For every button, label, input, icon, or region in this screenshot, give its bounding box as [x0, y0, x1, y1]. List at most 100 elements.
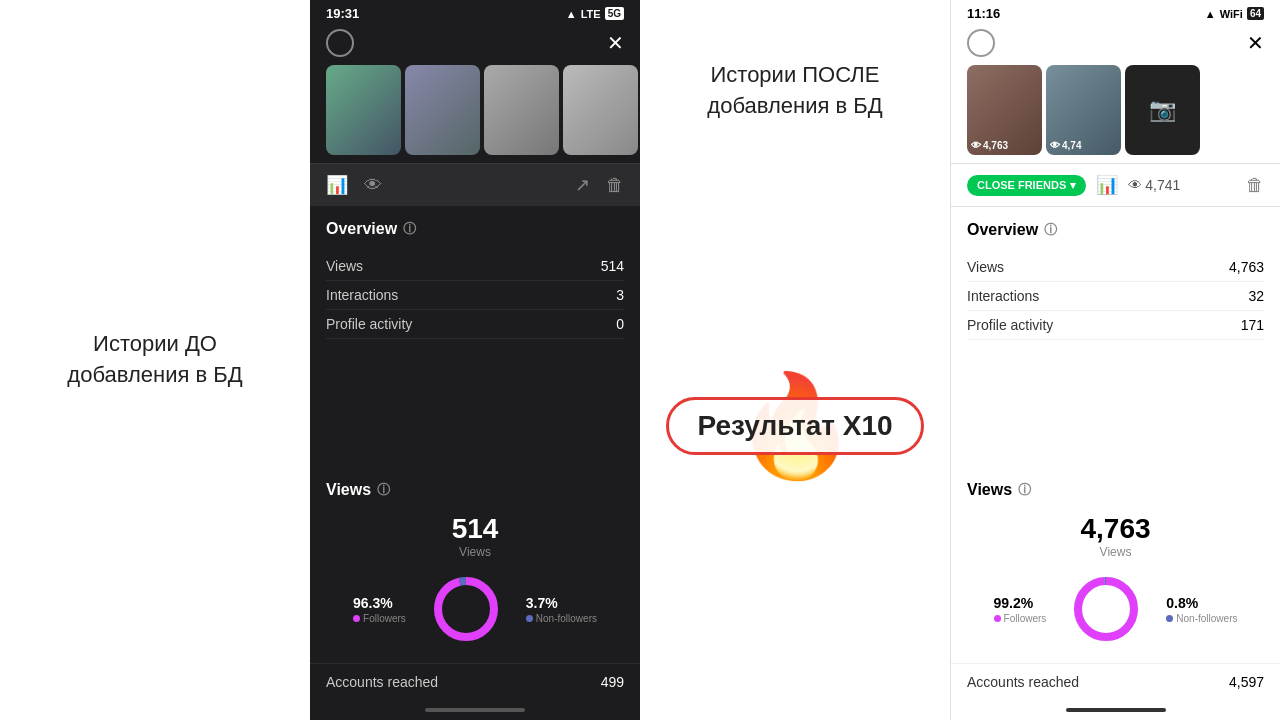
followers-label-after: Followers: [994, 613, 1047, 624]
info-icon-views-after[interactable]: ⓘ: [1018, 481, 1031, 499]
eye-icon-after: 👁: [1128, 177, 1142, 193]
circle-icon-before[interactable]: [326, 29, 354, 57]
legend-followers-after: 99.2% Followers: [994, 595, 1047, 624]
eye-icon-before[interactable]: 👁: [364, 175, 382, 196]
status-bar-after: 11:16 ▲ WiFi 64: [951, 0, 1280, 25]
thumb-after-2[interactable]: 👁 4,74: [1046, 65, 1121, 155]
views-count-before: 514: [326, 513, 624, 545]
dot-blue-before: [526, 615, 533, 622]
accounts-reached-before: Accounts reached 499: [310, 663, 640, 700]
followers-pct-after: 99.2%: [994, 595, 1034, 611]
action-bar-before: 📊 👁 ↗ 🗑: [310, 163, 640, 206]
bottom-bar-before: [310, 700, 640, 720]
thumb-counter-2: 👁 4,74: [1050, 140, 1081, 151]
stat-row-profile-activity-after: Profile activity 171: [967, 311, 1264, 340]
thumbnails-after: 👁 4,763 👁 4,74 📷: [951, 65, 1280, 163]
donut-svg-before: [426, 569, 506, 649]
close-button-after[interactable]: ✕: [1247, 31, 1264, 55]
stats-section-before: Overview ⓘ Views 514 Interactions 3 Prof…: [310, 206, 640, 467]
result-badge: Результат Х10: [666, 397, 923, 455]
thumbnails-before: [310, 65, 640, 163]
followers-label-before: Followers: [353, 613, 406, 624]
chart-icon-before[interactable]: 📊: [326, 174, 348, 196]
stat-value-views-after: 4,763: [1229, 259, 1264, 275]
after-phone: 11:16 ▲ WiFi 64 ✕ 👁 4,763 👁 4,74 📷: [950, 0, 1280, 720]
top-bar-before: ✕: [310, 25, 640, 65]
thumb-1[interactable]: [326, 65, 401, 155]
views-section-before: Views ⓘ 514 Views 96.3% Followers 3.7%: [310, 467, 640, 663]
left-label-line2: добавления в БД: [67, 362, 242, 387]
nonfollowers-pct-before: 3.7%: [526, 595, 558, 611]
nonfollowers-label-before: Non-followers: [526, 613, 597, 624]
views-section-after: Views ⓘ 4,763 Views 99.2% Followers 0.8%: [951, 467, 1280, 663]
dot-blue-after: [1166, 615, 1173, 622]
stat-value-interactions-after: 32: [1248, 288, 1264, 304]
circle-icon-after[interactable]: [967, 29, 995, 57]
stat-row-views-after: Views 4,763: [967, 253, 1264, 282]
trash-icon-before[interactable]: 🗑: [606, 175, 624, 196]
chevron-down-icon: ▾: [1070, 179, 1076, 192]
trending-icon-before[interactable]: ↗: [575, 174, 590, 196]
stat-row-profile-activity: Profile activity 0: [326, 310, 624, 339]
donut-svg-after: [1066, 569, 1146, 649]
chart-icon-after[interactable]: 📊: [1096, 174, 1118, 196]
camera-icon: 📷: [1149, 97, 1176, 123]
dot-pink-before: [353, 615, 360, 622]
home-indicator-after: [1066, 708, 1166, 712]
views-count-label-after: Views: [967, 545, 1264, 559]
thumb-2[interactable]: [405, 65, 480, 155]
thumb-3[interactable]: [484, 65, 559, 155]
middle-area: Истории ПОСЛЕ добавления в БД 🔥 Результа…: [640, 0, 950, 720]
overview-title-after: Overview ⓘ: [967, 221, 1264, 239]
close-button-before[interactable]: ✕: [607, 31, 624, 55]
info-icon-views-before[interactable]: ⓘ: [377, 481, 390, 499]
thumb-after-1[interactable]: 👁 4,763: [967, 65, 1042, 155]
middle-label-line2: добавления в БД: [707, 93, 882, 118]
donut-chart-after: 99.2% Followers 0.8% Non-followers: [967, 569, 1264, 649]
stat-row-views: Views 514: [326, 252, 624, 281]
info-icon-overview-before[interactable]: ⓘ: [403, 220, 416, 238]
thumb-counter-1: 👁 4,763: [971, 140, 1008, 151]
info-icon-overview-after[interactable]: ⓘ: [1044, 221, 1057, 239]
views-title-before: Views ⓘ: [326, 481, 624, 499]
thumb-camera[interactable]: 📷: [1125, 65, 1200, 155]
legend-followers-before: 96.3% Followers: [353, 595, 406, 624]
legend-nonfollowers-after: 0.8% Non-followers: [1166, 595, 1237, 624]
stat-label-interactions-after: Interactions: [967, 288, 1039, 304]
home-indicator-before: [425, 708, 525, 712]
middle-label: Истории ПОСЛЕ добавления в БД: [707, 60, 882, 122]
status-bar-before: 19:31 ▲ LTE 5G: [310, 0, 640, 25]
accounts-reached-label-before: Accounts reached: [326, 674, 438, 690]
views-title-after: Views ⓘ: [967, 481, 1264, 499]
trash-icon-after[interactable]: 🗑: [1246, 175, 1264, 196]
followers-pct-before: 96.3%: [353, 595, 393, 611]
left-label-line1: Истории ДО: [93, 331, 217, 356]
accounts-reached-value-after: 4,597: [1229, 674, 1264, 690]
result-container: 🔥 Результат Х10: [666, 152, 923, 700]
svg-point-1: [438, 581, 494, 637]
before-phone: 19:31 ▲ LTE 5G ✕ 📊 👁 ↗ 🗑: [310, 0, 640, 720]
stat-value-views: 514: [601, 258, 624, 274]
left-label-text: Истории ДО добавления в БД: [67, 329, 242, 391]
views-count-label-before: Views: [326, 545, 624, 559]
views-count-after: 4,763: [967, 513, 1264, 545]
stat-row-interactions: Interactions 3: [326, 281, 624, 310]
status-icons-before: ▲ LTE 5G: [566, 7, 624, 20]
stat-label-views-after: Views: [967, 259, 1004, 275]
accounts-reached-value-before: 499: [601, 674, 624, 690]
close-friends-badge[interactable]: CLOSE FRIENDS ▾: [967, 175, 1086, 196]
stat-label-profile-activity-after: Profile activity: [967, 317, 1053, 333]
thumb-4[interactable]: [563, 65, 638, 155]
stat-label-profile-activity: Profile activity: [326, 316, 412, 332]
svg-point-4: [1078, 581, 1134, 637]
nonfollowers-label-after: Non-followers: [1166, 613, 1237, 624]
stat-value-profile-activity-after: 171: [1241, 317, 1264, 333]
overview-title-before: Overview ⓘ: [326, 220, 624, 238]
nonfollowers-pct-after: 0.8%: [1166, 595, 1198, 611]
left-label-area: Истории ДО добавления в БД: [0, 0, 310, 720]
views-icon-count: 👁 4,741: [1128, 177, 1180, 193]
middle-top: Истории ПОСЛЕ добавления в БД: [707, 20, 882, 152]
stat-row-interactions-after: Interactions 32: [967, 282, 1264, 311]
close-friends-label: CLOSE FRIENDS: [977, 179, 1066, 191]
accounts-reached-label-after: Accounts reached: [967, 674, 1079, 690]
